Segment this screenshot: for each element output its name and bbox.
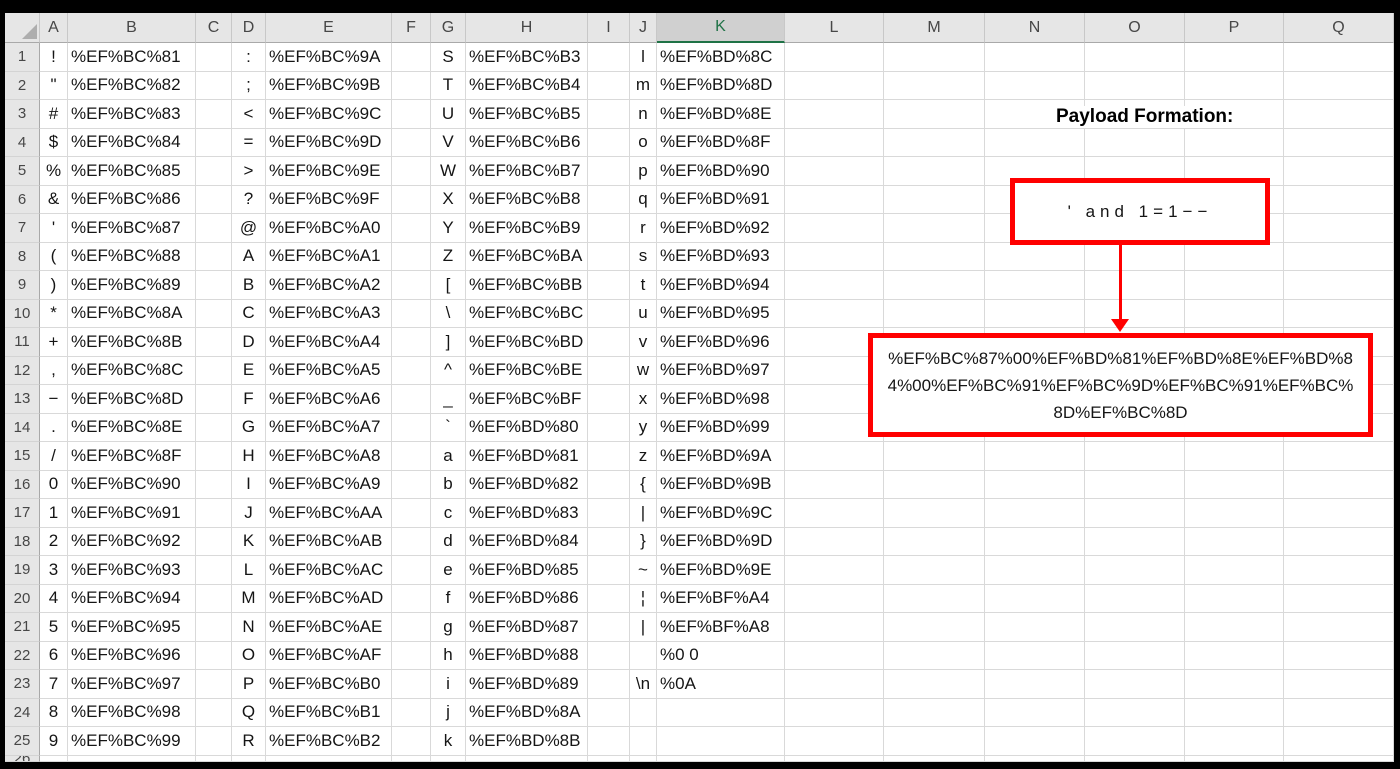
- arrow-down-head-icon: [1111, 319, 1129, 332]
- payload-formation-title: Payload Formation:: [1050, 106, 1240, 128]
- annotation-overlay: Payload Formation: ' and 1=1−− %EF%BC%87…: [5, 13, 1394, 762]
- payload-source-text: ' and 1=1−−: [1067, 201, 1213, 221]
- encoded-payload-text: %EF%BC%87%00%EF%BD%81%EF%BD%8E%EF%BD%84%…: [887, 349, 1354, 422]
- encoded-payload-box: %EF%BC%87%00%EF%BD%81%EF%BD%8E%EF%BD%84%…: [868, 333, 1373, 437]
- payload-source-box: ' and 1=1−−: [1010, 178, 1270, 245]
- arrow-down-icon: [1119, 245, 1122, 321]
- spreadsheet: A B C D E F G H I J K L M N O P Q 1! %EF%BC%81: %EF%BC%9A S%…: [5, 13, 1394, 762]
- screenshot-frame: A B C D E F G H I J K L M N O P Q 1! %EF%BC%81: %EF%BC%9A S%…: [0, 0, 1400, 769]
